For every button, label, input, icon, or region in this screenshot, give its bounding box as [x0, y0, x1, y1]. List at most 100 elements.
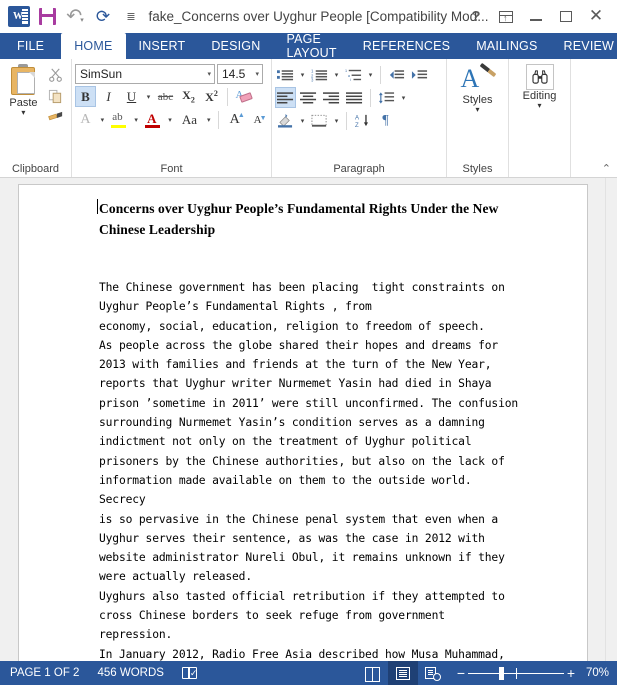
tab-references[interactable]: REFERENCES — [350, 33, 463, 59]
paste-caret-icon[interactable]: ▾ — [21, 109, 25, 117]
subscript-button[interactable]: X2 — [178, 86, 199, 107]
cut-icon[interactable] — [46, 65, 66, 83]
borders-chevron-down-icon[interactable]: ▾ — [332, 117, 341, 125]
paste-button[interactable]: Paste ▾ — [3, 62, 44, 160]
shrink-font-button[interactable]: A ▼ — [247, 109, 268, 130]
change-case-button[interactable]: Aa — [176, 109, 202, 130]
justify-icon — [346, 91, 363, 103]
text-highlight-color-button[interactable]: ab — [109, 109, 130, 130]
tab-home[interactable]: HOME — [61, 33, 126, 59]
tab-mailings[interactable]: MAILINGS — [463, 33, 550, 59]
font-name-chevron-down-icon[interactable]: ▾ — [207, 70, 211, 78]
help-icon[interactable]: ? — [461, 3, 491, 31]
tab-insert[interactable]: INSERT — [126, 33, 199, 59]
strikethrough-label: abc — [157, 90, 174, 103]
format-painter-icon[interactable] — [46, 109, 66, 127]
web-layout-view-button[interactable] — [418, 661, 448, 685]
show-formatting-marks-button[interactable]: ¶ — [375, 110, 396, 131]
underline-chevron-down-icon[interactable]: ▾ — [144, 93, 153, 101]
window-controls: ? ✕ — [461, 3, 617, 31]
align-left-button[interactable] — [275, 87, 296, 108]
styles-chevron-down-icon[interactable]: ▾ — [475, 106, 479, 114]
underline-button[interactable]: U — [121, 86, 142, 107]
editing-button[interactable]: Editing ▾ — [512, 62, 567, 160]
highlight-chevron-down-icon[interactable]: ▾ — [132, 116, 141, 124]
bullets-icon — [277, 69, 294, 80]
italic-button[interactable]: I — [98, 86, 119, 107]
restore-icon[interactable] — [551, 3, 581, 31]
document-area[interactable]: Concerns over Uyghur People’s Fundamenta… — [0, 178, 617, 661]
numbering-chevron-down-icon[interactable]: ▾ — [332, 71, 341, 79]
multilevel-list-button[interactable]: 1 a i — [343, 64, 364, 85]
vertical-scrollbar[interactable] — [605, 178, 617, 661]
zoom-track[interactable] — [467, 666, 564, 680]
zoom-slider-thumb[interactable] — [498, 666, 504, 680]
line-spacing-button[interactable] — [376, 87, 397, 108]
grow-font-button[interactable]: A ▲ — [224, 109, 245, 130]
superscript-button[interactable]: X2 — [201, 86, 222, 107]
change-case-chevron-down-icon[interactable]: ▾ — [204, 116, 213, 124]
shading-chevron-down-icon[interactable]: ▾ — [298, 117, 307, 125]
bold-label: B — [81, 88, 90, 104]
zoom-level-label[interactable]: 70% — [578, 667, 609, 679]
document-body-text: The Chinese government has been placing … — [99, 281, 519, 661]
font-color-chevron-down-icon[interactable]: ▾ — [166, 116, 175, 124]
ribbon-group-paragraph: ▾ 1 2 3 ▾ 1 a i ▾ ▾ ▾ ▾ A Z ¶ Paragraph — [272, 59, 447, 177]
copy-icon[interactable] — [46, 87, 66, 105]
font-size-input[interactable]: 14.5 ▾ — [217, 64, 263, 84]
paste-icon — [9, 64, 37, 96]
editing-chevron-down-icon[interactable]: ▾ — [537, 102, 541, 110]
page-indicator[interactable]: PAGE 1 OF 2 — [8, 667, 88, 679]
decrease-indent-icon — [389, 69, 405, 79]
customize-qat-icon[interactable]: ≣ — [118, 4, 144, 30]
text-effects-chevron-down-icon[interactable]: ▾ — [98, 116, 107, 124]
svg-text:3: 3 — [311, 77, 314, 82]
read-mode-view-button[interactable] — [358, 661, 388, 685]
zoom-in-button[interactable]: + — [564, 666, 578, 680]
bullets-button[interactable] — [275, 64, 296, 85]
save-icon[interactable] — [34, 4, 60, 30]
tab-design[interactable]: DESIGN — [198, 33, 273, 59]
shading-button[interactable] — [275, 110, 296, 131]
strikethrough-button[interactable]: abc — [155, 86, 176, 107]
tab-page-layout[interactable]: PAGE LAYOUT — [273, 32, 349, 60]
change-case-label: Aa — [181, 111, 197, 127]
multilevel-list-icon: 1 a i — [345, 69, 362, 82]
clear-formatting-button[interactable]: A — [233, 86, 254, 107]
borders-button[interactable] — [309, 110, 330, 131]
undo-icon[interactable]: ↶ ▾ — [62, 4, 88, 30]
font-color-button[interactable]: A — [143, 109, 164, 130]
bullets-chevron-down-icon[interactable]: ▾ — [298, 71, 307, 79]
close-icon[interactable]: ✕ — [581, 3, 611, 31]
zoom-out-button[interactable]: − — [454, 666, 468, 680]
font-size-chevron-down-icon[interactable]: ▾ — [255, 70, 259, 78]
undo-caret-icon[interactable]: ▾ — [80, 16, 84, 24]
redo-icon[interactable]: ⟳ — [90, 4, 116, 30]
sort-button[interactable]: A Z — [352, 110, 373, 131]
document-page[interactable]: Concerns over Uyghur People’s Fundamenta… — [18, 184, 588, 661]
ribbon-display-options-icon[interactable] — [491, 3, 521, 31]
tab-review[interactable]: REVIEW — [551, 33, 617, 59]
numbering-button[interactable]: 1 2 3 — [309, 64, 330, 85]
decrease-indent-button[interactable] — [386, 64, 407, 85]
bold-button[interactable]: B — [75, 86, 96, 107]
align-center-button[interactable] — [298, 87, 319, 108]
multilevel-chevron-down-icon[interactable]: ▾ — [366, 71, 375, 79]
print-layout-view-button[interactable] — [387, 661, 418, 685]
text-effects-button[interactable]: A — [75, 109, 96, 130]
styles-group-label: Styles — [462, 162, 493, 175]
proofing-errors-icon[interactable]: ✓ — [173, 666, 207, 680]
collapse-ribbon-icon[interactable]: ⌃ — [602, 162, 611, 175]
minimize-icon[interactable] — [521, 3, 551, 31]
word-count[interactable]: 456 WORDS — [88, 667, 172, 679]
align-right-button[interactable] — [321, 87, 342, 108]
justify-button[interactable] — [344, 87, 365, 108]
word-logo-icon[interactable]: W — [6, 4, 32, 30]
zoom-slider[interactable]: − + — [454, 666, 578, 680]
word-logo-page — [22, 9, 28, 24]
styles-button[interactable]: A Styles ▾ — [450, 62, 505, 160]
line-spacing-chevron-down-icon[interactable]: ▾ — [399, 94, 408, 102]
tab-file[interactable]: FILE — [0, 33, 62, 59]
font-name-input[interactable]: SimSun ▾ — [75, 64, 215, 84]
increase-indent-button[interactable] — [409, 64, 430, 85]
